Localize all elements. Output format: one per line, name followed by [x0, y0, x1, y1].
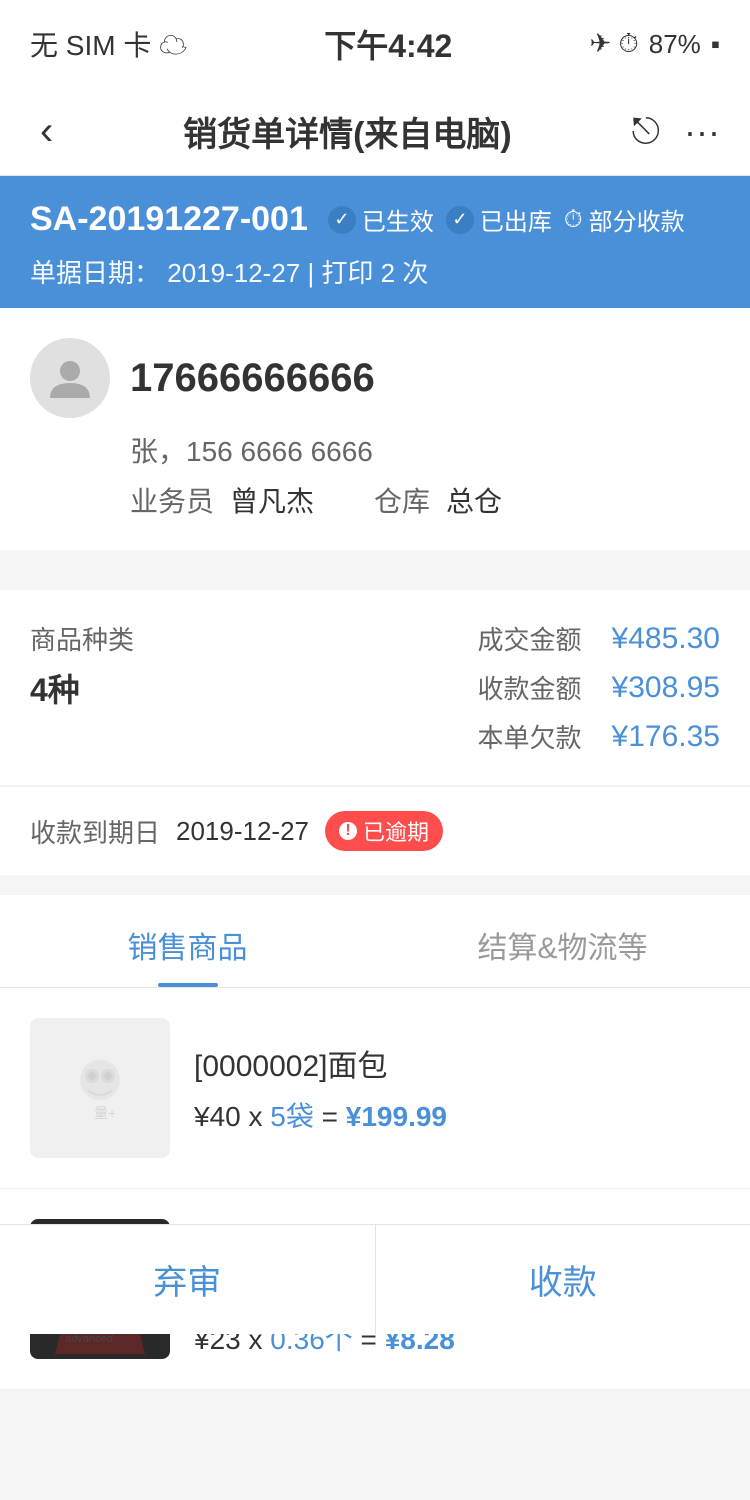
- received-label: 收款金额: [478, 669, 582, 706]
- salesperson-label: 业务员: [130, 480, 214, 520]
- battery-text: 87%: [649, 29, 701, 60]
- sim-text: 无 SIM 卡 ☁: [30, 24, 187, 64]
- divider-2: [0, 875, 750, 895]
- signal-icons: ✈ ⏱: [589, 28, 638, 60]
- more-icon[interactable]: ···: [684, 111, 720, 153]
- customer-row: 17666666666: [30, 338, 720, 418]
- product-name-1: [0000002]面包: [194, 1041, 720, 1085]
- status-bar: 无 SIM 卡 ☁ 下午4:42 ✈ ⏱ 87% ▪: [0, 0, 750, 88]
- due-section: 收款到期日 2019-12-27 ! 已逾期: [0, 786, 750, 875]
- customer-detail: 张，156 6666 6666: [30, 430, 720, 470]
- due-label: 收款到期日: [30, 813, 160, 850]
- status-right: ✈ ⏱ 87% ▪: [589, 28, 720, 60]
- overdue-dot-icon: !: [339, 822, 357, 840]
- order-id: SA-20191227-001: [30, 200, 308, 239]
- svg-text:量+: 量+: [94, 1105, 116, 1121]
- tab-settlement[interactable]: 结算&物流等: [375, 895, 750, 987]
- page-title: 销货单详情(来自电脑): [183, 107, 512, 156]
- owed-value: ¥176.35: [612, 720, 720, 754]
- deal-value: ¥485.30: [612, 622, 720, 656]
- product-info-1: [0000002]面包 ¥40 x 5袋 = ¥199.99: [194, 1018, 720, 1158]
- status-partial: 部分收款: [589, 202, 685, 237]
- status-tag-effective: ✓ 已生效: [328, 202, 434, 237]
- salesperson-item: 业务员 曾凡杰: [130, 480, 314, 520]
- battery-icon: ▪: [711, 29, 720, 60]
- status-tag-partial: ⏱ 部分收款: [564, 202, 685, 237]
- avatar: [30, 338, 110, 418]
- owed-label: 本单欠款: [478, 718, 582, 755]
- customer-section: 17666666666 张，156 6666 6666 业务员 曾凡杰 仓库 总…: [0, 308, 750, 550]
- product-price-1: ¥40 x 5袋 = ¥199.99: [194, 1095, 720, 1135]
- date-label: 单据日期：: [30, 258, 160, 288]
- warehouse-item: 仓库 总仓: [374, 480, 502, 520]
- payment-button[interactable]: 收款: [376, 1225, 750, 1334]
- tabs-bar: 销售商品 结算&物流等: [0, 895, 750, 988]
- product-thumbnail-1: 量+: [30, 1018, 170, 1158]
- divider-1: [0, 570, 750, 590]
- svg-text:advanced: advanced: [65, 1333, 114, 1345]
- status-effective: 已生效: [362, 202, 434, 237]
- back-button[interactable]: ‹: [30, 99, 63, 164]
- table-row: 量+ [0000002]面包 ¥40 x 5袋 = ¥199.99: [0, 988, 750, 1189]
- salesperson-value: 曾凡杰: [230, 480, 314, 520]
- cancel-review-button[interactable]: 弃审: [0, 1225, 376, 1334]
- summary-section: 商品种类 4种 成交金额 ¥485.30 收款金额 ¥308.95 本单欠款 ¥…: [0, 590, 750, 785]
- overdue-badge: ! 已逾期: [325, 811, 443, 851]
- summary-right: 成交金额 ¥485.30 收款金额 ¥308.95 本单欠款 ¥176.35: [478, 620, 720, 755]
- total-1: ¥199.99: [346, 1101, 447, 1132]
- status-time: 下午4:42: [324, 21, 452, 67]
- tab-sales-products[interactable]: 销售商品: [0, 895, 375, 987]
- type-count: 4种: [30, 665, 134, 711]
- warehouse-value: 总仓: [446, 480, 502, 520]
- share-icon[interactable]: ⎋: [632, 110, 660, 153]
- bottom-bar: 弃审 收款: [0, 1224, 750, 1334]
- clock-icon: ⏱: [564, 206, 583, 234]
- received-value: ¥308.95: [612, 671, 720, 705]
- status-left: 无 SIM 卡 ☁: [30, 24, 187, 64]
- status-tag-shipped: ✓ 已出库: [446, 202, 552, 237]
- nav-actions: ⎋ ···: [632, 110, 720, 153]
- nav-bar: ‹ 销货单详情(来自电脑) ⎋ ···: [0, 88, 750, 176]
- equals-1: =: [314, 1101, 346, 1132]
- deal-amount-row: 成交金额 ¥485.30: [478, 620, 720, 657]
- header-sub: 单据日期： 2019-12-27 | 打印 2 次: [30, 253, 720, 290]
- check-icon-1: ✓: [328, 206, 356, 234]
- date-value: 2019-12-27: [167, 258, 300, 288]
- deal-label: 成交金额: [478, 620, 582, 657]
- received-amount-row: 收款金额 ¥308.95: [478, 669, 720, 706]
- type-label: 商品种类: [30, 620, 134, 657]
- print-info: | 打印 2 次: [307, 258, 428, 288]
- status-tags: ✓ 已生效 ✓ 已出库 ⏱ 部分收款: [328, 202, 685, 237]
- summary-left: 商品种类 4种: [30, 620, 134, 755]
- header-banner: SA-20191227-001 ✓ 已生效 ✓ 已出库 ⏱ 部分收款 单据日期：…: [0, 176, 750, 308]
- due-date: 2019-12-27: [176, 816, 309, 847]
- check-icon-2: ✓: [446, 206, 474, 234]
- warehouse-label: 仓库: [374, 480, 430, 520]
- overdue-text: 已逾期: [363, 815, 429, 847]
- header-top: SA-20191227-001 ✓ 已生效 ✓ 已出库 ⏱ 部分收款: [30, 200, 720, 239]
- customer-name: 17666666666: [130, 356, 375, 401]
- bottom-spacer: [0, 1390, 750, 1500]
- status-shipped: 已出库: [480, 202, 552, 237]
- price-base-1: ¥40 x: [194, 1101, 270, 1132]
- customer-meta: 业务员 曾凡杰 仓库 总仓: [30, 480, 720, 520]
- qty-1: 5袋: [270, 1101, 314, 1132]
- owed-amount-row: 本单欠款 ¥176.35: [478, 718, 720, 755]
